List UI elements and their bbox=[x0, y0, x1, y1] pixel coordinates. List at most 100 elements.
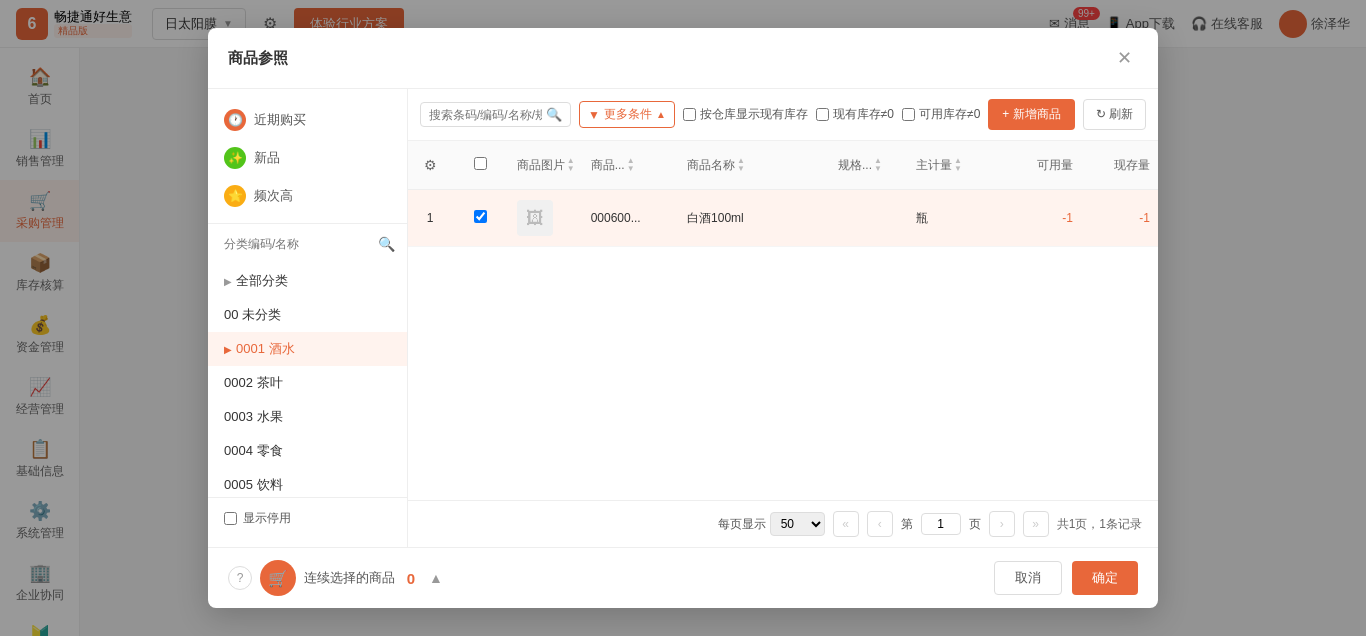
per-page-label: 每页显示 bbox=[718, 516, 766, 533]
col-unit-label: 主计量 bbox=[916, 157, 952, 174]
selected-info: 连续选择的商品 0 bbox=[304, 569, 421, 587]
by-warehouse-checkbox[interactable] bbox=[683, 108, 696, 121]
add-product-button[interactable]: + 新增商品 bbox=[988, 99, 1074, 130]
col-spec-label: 规格... bbox=[838, 157, 872, 174]
quick-nav-freq[interactable]: ⭐ 频次高 bbox=[208, 177, 407, 215]
more-conditions-button[interactable]: ▼ 更多条件 ▲ bbox=[579, 101, 675, 128]
category-item-3[interactable]: 0003 水果 bbox=[208, 400, 407, 434]
category-search-input[interactable] bbox=[224, 237, 374, 251]
th-stock: 现存量 bbox=[1081, 141, 1158, 190]
arrow-icon: ▶ bbox=[224, 276, 232, 287]
recent-icon: 🕐 bbox=[224, 109, 246, 131]
action-buttons: + 新增商品 ↻ 刷新 bbox=[988, 99, 1146, 130]
row-num: 1 bbox=[408, 190, 452, 247]
sort-arrows: ▲▼ bbox=[567, 157, 575, 173]
page-size-wrap: 每页显示 50 10 20 100 bbox=[718, 512, 825, 536]
category-search: 🔍 bbox=[208, 228, 407, 260]
dialog-body: 🕐 近期购买 ✨ 新品 ⭐ 频次高 🔍 ▶ bbox=[208, 89, 1158, 547]
next-page-button[interactable]: › bbox=[989, 511, 1015, 537]
dialog-close-button[interactable]: ✕ bbox=[1110, 44, 1138, 72]
product-table: ⚙ 商品图片 ▲▼ bbox=[408, 141, 1158, 247]
row-stock: -1 bbox=[1081, 190, 1158, 247]
th-spec: 规格... ▲▼ bbox=[830, 141, 908, 190]
per-page-select[interactable]: 50 10 20 100 bbox=[770, 512, 825, 536]
footer-right: 取消 确定 bbox=[994, 561, 1138, 595]
sort-arrows: ▲▼ bbox=[627, 157, 635, 173]
th-code-sort[interactable]: 商品... ▲▼ bbox=[591, 157, 671, 174]
product-reference-dialog: 商品参照 ✕ 🕐 近期购买 ✨ 新品 ⭐ 频次高 bbox=[208, 28, 1158, 608]
new-label: 新品 bbox=[254, 149, 280, 167]
footer-left: ? 🛒 连续选择的商品 0 ▲ bbox=[228, 560, 443, 596]
more-conditions-label: 更多条件 bbox=[604, 106, 652, 123]
col-stock-label: 现存量 bbox=[1114, 158, 1150, 172]
show-disabled-label: 显示停用 bbox=[243, 510, 291, 527]
category-item-4[interactable]: 0004 零食 bbox=[208, 434, 407, 468]
search-icon: 🔍 bbox=[546, 107, 562, 122]
row-spec bbox=[830, 190, 908, 247]
pagination: 每页显示 50 10 20 100 « ‹ 第 页 › » 共1页，1条记录 bbox=[408, 500, 1158, 547]
first-page-button[interactable]: « bbox=[833, 511, 859, 537]
has-stock-checkbox[interactable] bbox=[816, 108, 829, 121]
category-label: 00 未分类 bbox=[224, 306, 281, 324]
last-page-button[interactable]: » bbox=[1023, 511, 1049, 537]
category-item-1[interactable]: ▶ 0001 酒水 bbox=[208, 332, 407, 366]
selected-count: 0 bbox=[401, 570, 421, 587]
category-item-2[interactable]: 0002 茶叶 bbox=[208, 366, 407, 400]
recent-label: 近期购买 bbox=[254, 111, 306, 129]
category-item-0[interactable]: 00 未分类 bbox=[208, 298, 407, 332]
table-row[interactable]: 1 🖼 000600... 白酒100ml 瓶 -1 bbox=[408, 190, 1158, 247]
dialog-header: 商品参照 ✕ bbox=[208, 28, 1158, 89]
quick-nav-recent[interactable]: 🕐 近期购买 bbox=[208, 101, 407, 139]
prev-page-button[interactable]: ‹ bbox=[867, 511, 893, 537]
dialog-left-panel: 🕐 近期购买 ✨ 新品 ⭐ 频次高 🔍 ▶ bbox=[208, 89, 408, 547]
row-select-checkbox[interactable] bbox=[474, 210, 487, 223]
by-warehouse-filter[interactable]: 按仓库显示现有库存 bbox=[683, 106, 808, 123]
row-code: 000600... bbox=[583, 190, 679, 247]
th-img-sort[interactable]: 商品图片 ▲▼ bbox=[517, 157, 575, 174]
sort-arrows: ▲▼ bbox=[954, 157, 962, 173]
th-name-sort[interactable]: 商品名称 ▲▼ bbox=[687, 157, 822, 174]
page-number-input[interactable] bbox=[921, 513, 961, 535]
th-spec-sort[interactable]: 规格... ▲▼ bbox=[838, 157, 900, 174]
th-code: 商品... ▲▼ bbox=[583, 141, 679, 190]
row-name: 白酒100ml bbox=[679, 190, 830, 247]
chevron-up-icon: ▲ bbox=[656, 109, 666, 120]
row-checkbox bbox=[452, 190, 509, 247]
product-search-wrap: 🔍 bbox=[420, 102, 571, 127]
show-disabled-checkbox[interactable] bbox=[224, 512, 237, 525]
new-icon: ✨ bbox=[224, 147, 246, 169]
category-list: ▶ 全部分类 00 未分类 ▶ 0001 酒水 0002 茶叶 0003 水果 bbox=[208, 260, 407, 497]
th-settings: ⚙ bbox=[408, 141, 452, 190]
product-search-input[interactable] bbox=[429, 108, 542, 122]
category-label: 0002 茶叶 bbox=[224, 374, 283, 392]
col-img-label: 商品图片 bbox=[517, 157, 565, 174]
has-stock-filter[interactable]: 现有库存≠0 bbox=[816, 106, 894, 123]
category-item-5[interactable]: 0005 饮料 bbox=[208, 468, 407, 497]
dialog-right-panel: 🔍 ▼ 更多条件 ▲ 按仓库显示现有库存 现有库存≠0 可用库存≠0 bbox=[408, 89, 1158, 547]
cancel-button[interactable]: 取消 bbox=[994, 561, 1062, 595]
row-available: -1 bbox=[986, 190, 1081, 247]
th-checkbox bbox=[452, 141, 509, 190]
confirm-button[interactable]: 确定 bbox=[1072, 561, 1138, 595]
quick-nav-new[interactable]: ✨ 新品 bbox=[208, 139, 407, 177]
th-img: 商品图片 ▲▼ bbox=[509, 141, 583, 190]
cart-button[interactable]: 🛒 bbox=[260, 560, 296, 596]
page-suffix: 页 bbox=[969, 516, 981, 533]
sort-arrows: ▲▼ bbox=[737, 157, 745, 173]
collapse-arrow-icon[interactable]: ▲ bbox=[429, 570, 443, 586]
select-all-checkbox[interactable] bbox=[474, 157, 487, 170]
product-image: 🖼 bbox=[517, 200, 553, 236]
category-label: 全部分类 bbox=[236, 272, 288, 290]
usable-stock-checkbox[interactable] bbox=[902, 108, 915, 121]
table-settings-icon[interactable]: ⚙ bbox=[416, 151, 444, 179]
usable-stock-label: 可用库存≠0 bbox=[919, 106, 980, 123]
freq-icon: ⭐ bbox=[224, 185, 246, 207]
help-icon[interactable]: ? bbox=[228, 566, 252, 590]
category-label: 0004 零食 bbox=[224, 442, 283, 460]
usable-stock-filter[interactable]: 可用库存≠0 bbox=[902, 106, 980, 123]
col-name-label: 商品名称 bbox=[687, 157, 735, 174]
category-item-all[interactable]: ▶ 全部分类 bbox=[208, 264, 407, 298]
refresh-button[interactable]: ↻ 刷新 bbox=[1083, 99, 1146, 130]
category-search-icon[interactable]: 🔍 bbox=[378, 236, 395, 252]
th-unit-sort[interactable]: 主计量 ▲▼ bbox=[916, 157, 978, 174]
